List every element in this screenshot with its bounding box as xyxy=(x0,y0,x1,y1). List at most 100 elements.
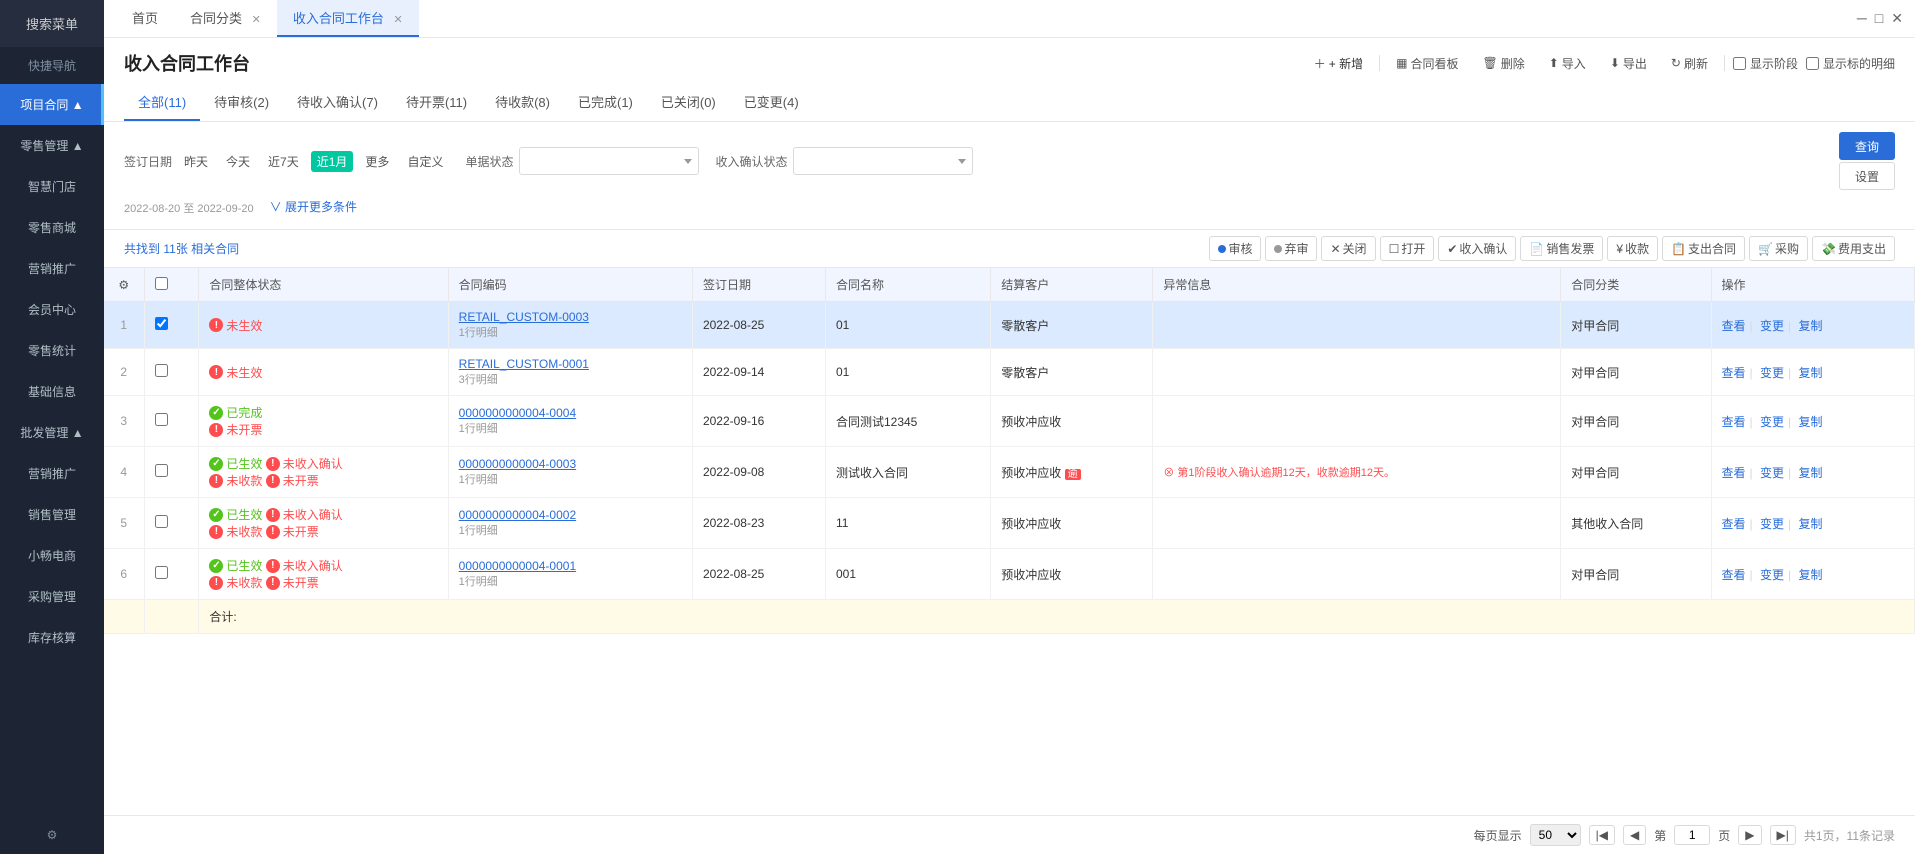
row-checkbox[interactable] xyxy=(144,549,199,600)
change-link[interactable]: 变更 xyxy=(1760,517,1784,531)
maximize-icon[interactable]: □ xyxy=(1875,10,1883,27)
sidebar-item-marketing[interactable]: 营销推广 xyxy=(0,248,104,289)
sidebar-quicknav[interactable]: 快捷导航 xyxy=(0,47,104,84)
first-page-button[interactable]: |◀ xyxy=(1589,825,1615,845)
expense-out-button[interactable]: 💸 费用支出 xyxy=(1812,236,1895,261)
sidebar-item-basic-info[interactable]: 基础信息 xyxy=(0,371,104,412)
show-details-checkbox[interactable]: 显示标的明细 xyxy=(1806,55,1895,72)
date-btn-today[interactable]: 今天 xyxy=(220,151,256,172)
tab-home[interactable]: 首页 xyxy=(116,0,174,37)
confirm-status-select[interactable] xyxy=(793,147,973,175)
doc-status-select[interactable] xyxy=(519,147,699,175)
status-tab-all[interactable]: 全部(11) xyxy=(124,84,200,121)
sidebar-item-retail-management[interactable]: 零售管理 ▲ xyxy=(0,125,104,166)
row-checkbox[interactable] xyxy=(144,498,199,549)
status-tab-closed[interactable]: 已关闭(0) xyxy=(647,84,730,121)
next-page-button[interactable]: ▶ xyxy=(1738,825,1761,845)
change-link[interactable]: 变更 xyxy=(1760,366,1784,380)
view-link[interactable]: 查看 xyxy=(1722,415,1746,429)
payment-button[interactable]: ¥ 收款 xyxy=(1607,236,1658,261)
kanban-button[interactable]: ▦ 合同看板 xyxy=(1388,51,1466,76)
purchase-button[interactable]: 🛒 采购 xyxy=(1749,236,1808,261)
filter-setting-button[interactable]: 设置 xyxy=(1839,162,1895,190)
tab-income-contract[interactable]: 收入合同工作台 ✕ xyxy=(277,0,419,37)
sidebar-item-inventory[interactable]: 库存核算 xyxy=(0,617,104,658)
change-link[interactable]: 变更 xyxy=(1760,568,1784,582)
expand-filter-button[interactable]: ∨ 展开更多条件 xyxy=(262,194,365,219)
delete-button[interactable]: 🗑 删除 xyxy=(1474,51,1532,76)
abandon-review-button[interactable]: 弃审 xyxy=(1265,236,1317,261)
refresh-button[interactable]: ↻ 刷新 xyxy=(1663,51,1716,76)
sidebar-item-wholesale[interactable]: 批发管理 ▲ xyxy=(0,412,104,453)
row-checkbox[interactable] xyxy=(144,302,199,349)
sidebar-settings[interactable]: ⚙ xyxy=(0,816,104,854)
copy-link[interactable]: 复制 xyxy=(1798,568,1822,582)
sidebar-item-retail-mall[interactable]: 零售商城 xyxy=(0,207,104,248)
date-btn-custom[interactable]: 自定义 xyxy=(401,151,449,172)
sidebar-item-member[interactable]: 会员中心 xyxy=(0,289,104,330)
close-tab-contract-category[interactable]: ✕ xyxy=(252,14,261,26)
sidebar-item-retail-stats[interactable]: 零售统计 xyxy=(0,330,104,371)
copy-link[interactable]: 复制 xyxy=(1798,517,1822,531)
show-fields-checkbox[interactable]: 显示阶段 xyxy=(1733,55,1798,72)
table-row: 6 ✓已生效 !未收入确认!未收款 !未开票 0000000000004-000… xyxy=(104,549,1915,600)
col-checkbox[interactable] xyxy=(144,268,199,302)
close-tab-income-contract[interactable]: ✕ xyxy=(394,14,403,26)
close-contract-button[interactable]: ✕ 关闭 xyxy=(1321,236,1375,261)
query-button[interactable]: 查询 xyxy=(1839,132,1895,160)
expense-contract-button[interactable]: 📋 支出合同 xyxy=(1662,236,1745,261)
copy-link[interactable]: 复制 xyxy=(1798,366,1822,380)
tab-contract-category[interactable]: 合同分类 ✕ xyxy=(174,0,277,37)
status-tab-pending-confirm[interactable]: 待收入确认(7) xyxy=(283,84,392,121)
row-checkbox[interactable] xyxy=(144,447,199,498)
view-link[interactable]: 查看 xyxy=(1722,366,1746,380)
per-page-select[interactable]: 50 100 200 xyxy=(1530,824,1581,846)
minimize-icon[interactable]: ─ xyxy=(1857,10,1867,27)
sidebar-item-marketing2[interactable]: 营销推广 xyxy=(0,453,104,494)
sidebar-item-ecommerce[interactable]: 小畅电商 xyxy=(0,535,104,576)
purchase-icon: 🛒 xyxy=(1758,242,1773,256)
view-link[interactable]: 查看 xyxy=(1722,466,1746,480)
date-btn-more[interactable]: 更多 xyxy=(359,151,395,172)
copy-link[interactable]: 复制 xyxy=(1798,466,1822,480)
row-customer: 预收冲应收 xyxy=(991,549,1153,600)
status-tab-pending-payment[interactable]: 待收款(8) xyxy=(481,84,564,121)
status-tab-changed[interactable]: 已变更(4) xyxy=(730,84,813,121)
date-btn-7days[interactable]: 近7天 xyxy=(262,151,305,172)
sidebar-item-project-contract[interactable]: 项目合同 ▲ xyxy=(0,84,104,125)
add-button[interactable]: ＋ + 新增 xyxy=(1306,51,1371,76)
sidebar-item-sales[interactable]: 销售管理 xyxy=(0,494,104,535)
income-confirm-button[interactable]: ✔ 收入确认 xyxy=(1438,236,1516,261)
status-tab-pending-invoice[interactable]: 待开票(11) xyxy=(392,84,481,121)
sales-invoice-button[interactable]: 📄 销售发票 xyxy=(1520,236,1603,261)
prev-page-button[interactable]: ◀ xyxy=(1623,825,1646,845)
change-link[interactable]: 变更 xyxy=(1760,415,1784,429)
import-button[interactable]: ⬆ 导入 xyxy=(1541,51,1594,76)
status-tab-pending-review[interactable]: 待审核(2) xyxy=(200,84,283,121)
status-tab-completed[interactable]: 已完成(1) xyxy=(564,84,647,121)
row-date: 2022-09-14 xyxy=(692,349,825,396)
sidebar-item-smart-store[interactable]: 智慧门店 xyxy=(0,166,104,207)
view-link[interactable]: 查看 xyxy=(1722,319,1746,333)
sidebar-search[interactable]: 搜索菜单 xyxy=(0,0,104,47)
row-checkbox[interactable] xyxy=(144,396,199,447)
chevron-down-icon: ∨ xyxy=(270,200,282,214)
select-all-checkbox[interactable] xyxy=(155,277,168,290)
row-checkbox[interactable] xyxy=(144,349,199,396)
last-page-button[interactable]: ▶| xyxy=(1770,825,1796,845)
view-link[interactable]: 查看 xyxy=(1722,568,1746,582)
change-link[interactable]: 变更 xyxy=(1760,466,1784,480)
date-btn-yesterday[interactable]: 昨天 xyxy=(178,151,214,172)
copy-link[interactable]: 复制 xyxy=(1798,319,1822,333)
open-contract-button[interactable]: ☐ 打开 xyxy=(1380,236,1435,261)
close-window-icon[interactable]: ✕ xyxy=(1891,10,1903,27)
change-link[interactable]: 变更 xyxy=(1760,319,1784,333)
date-btn-1month[interactable]: 近1月 xyxy=(311,151,354,172)
review-button[interactable]: 审核 xyxy=(1209,236,1261,261)
view-link[interactable]: 查看 xyxy=(1722,517,1746,531)
sidebar-item-purchase[interactable]: 采购管理 xyxy=(0,576,104,617)
export-button[interactable]: ⬇ 导出 xyxy=(1602,51,1655,76)
copy-link[interactable]: 复制 xyxy=(1798,415,1822,429)
page-input[interactable] xyxy=(1674,825,1710,845)
col-settings[interactable]: ⚙ xyxy=(104,268,144,302)
